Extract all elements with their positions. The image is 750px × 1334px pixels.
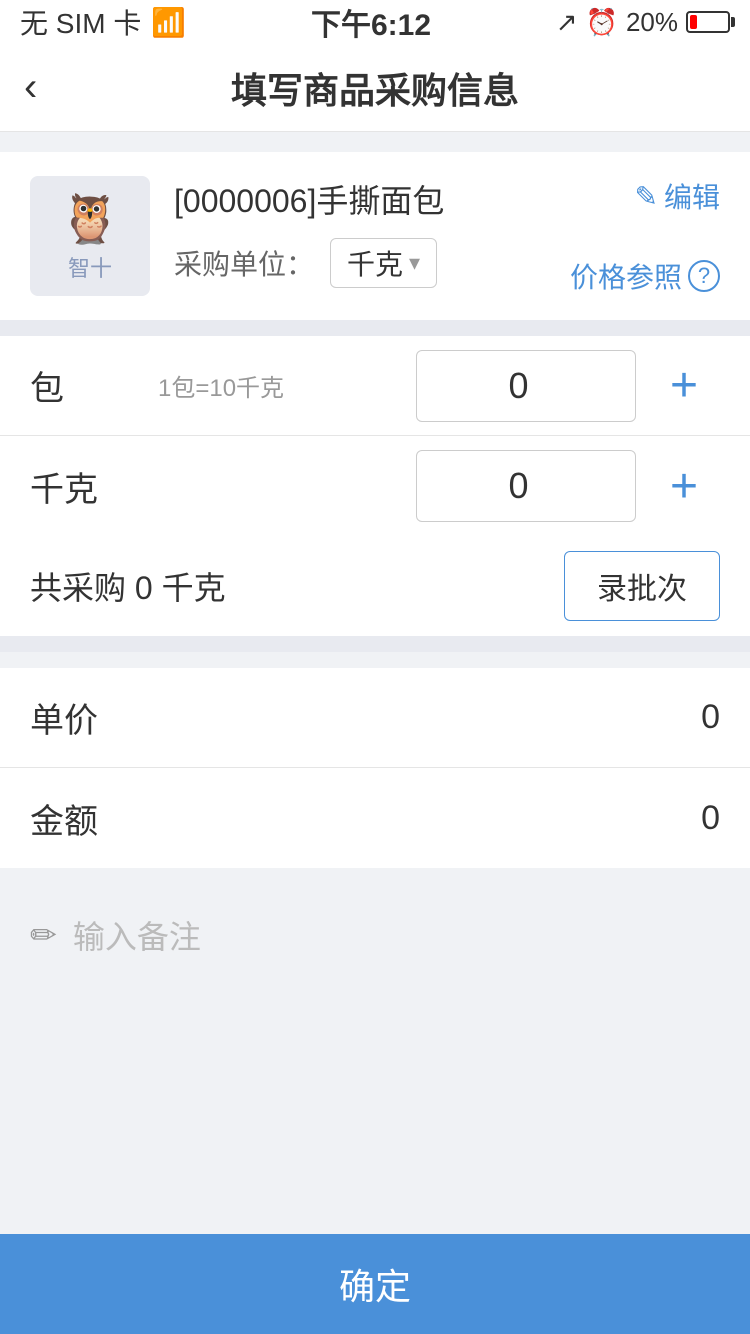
- unit-price-label: 单价: [30, 693, 98, 742]
- location-icon: ↗: [556, 7, 578, 38]
- remark-section[interactable]: ✏ 输入备注: [0, 884, 750, 986]
- wifi-icon: 📶: [151, 6, 186, 39]
- summary-prefix: 共采购: [30, 570, 126, 606]
- unit-value: 千克: [347, 243, 403, 283]
- back-button[interactable]: ‹: [24, 65, 37, 110]
- product-logo-label: 智十: [68, 251, 112, 283]
- alarm-icon: ⏰: [586, 7, 618, 38]
- unit-label: 采购单位：: [174, 243, 314, 283]
- section-divider-top: [0, 320, 750, 336]
- edit-icon: ✎: [635, 180, 658, 213]
- bag-sublabel: 1包=10千克: [158, 368, 284, 403]
- product-logo-icon: 🦉: [60, 190, 120, 247]
- summary-amount: 0: [135, 570, 153, 606]
- bag-input-section: 包 1包=10千克 + 千克 +: [0, 336, 750, 536]
- pencil-icon: ✏: [30, 916, 57, 954]
- amount-row: 金额 0: [0, 768, 750, 868]
- product-card: 🦉 智十 [0000006]手撕面包 采购单位： 千克 ▾ ✎ 编辑 价格参照 …: [0, 152, 750, 320]
- nav-bar: ‹ 填写商品采购信息: [0, 44, 750, 132]
- kg-label: 千克: [30, 462, 150, 511]
- bag-quantity-input[interactable]: [416, 350, 636, 422]
- confirm-button-label: 确定: [339, 1258, 411, 1310]
- page-title: 填写商品采购信息: [231, 62, 519, 114]
- bag-input-wrap: +: [416, 350, 720, 422]
- section-divider-middle: [0, 636, 750, 652]
- amount-label: 金额: [30, 794, 98, 843]
- batch-button[interactable]: 录批次: [564, 551, 720, 621]
- status-bar: 无 SIM 卡 📶 下午6:12 ↗ ⏰ 20%: [0, 0, 750, 44]
- price-reference-button[interactable]: 价格参照 ?: [570, 256, 720, 296]
- carrier-text: 无 SIM 卡: [20, 2, 141, 42]
- battery-fill: [690, 15, 697, 29]
- kg-quantity-input[interactable]: [416, 450, 636, 522]
- kg-input-wrap: +: [416, 450, 720, 522]
- amount-value: 0: [701, 799, 720, 838]
- summary-text: 共采购 0 千克: [30, 563, 226, 609]
- bag-label: 包: [30, 361, 150, 410]
- remark-placeholder: 输入备注: [73, 912, 201, 958]
- edit-button[interactable]: ✎ 编辑: [635, 176, 720, 216]
- bag-input-row: 包 1包=10千克 +: [0, 336, 750, 436]
- battery-indicator: [686, 11, 730, 33]
- kg-input-row: 千克 +: [0, 436, 750, 536]
- unit-price-value: 0: [701, 698, 720, 737]
- status-left: 无 SIM 卡 📶: [20, 2, 186, 42]
- kg-plus-button[interactable]: +: [648, 450, 720, 522]
- bag-plus-button[interactable]: +: [648, 350, 720, 422]
- status-right: ↗ ⏰ 20%: [556, 7, 730, 38]
- unit-price-row: 单价 0: [0, 668, 750, 768]
- confirm-button[interactable]: 确定: [0, 1234, 750, 1334]
- summary-row: 共采购 0 千克 录批次: [0, 536, 750, 636]
- status-time: 下午6:12: [311, 0, 431, 44]
- product-thumbnail: 🦉 智十: [30, 176, 150, 296]
- battery-percentage: 20%: [626, 7, 678, 38]
- unit-select[interactable]: 千克 ▾: [330, 238, 437, 288]
- price-ref-label: 价格参照: [570, 256, 682, 296]
- price-section: 单价 0 金额 0: [0, 668, 750, 868]
- help-icon[interactable]: ?: [688, 260, 720, 292]
- chevron-down-icon: ▾: [409, 250, 420, 276]
- summary-unit: 千克: [162, 570, 226, 606]
